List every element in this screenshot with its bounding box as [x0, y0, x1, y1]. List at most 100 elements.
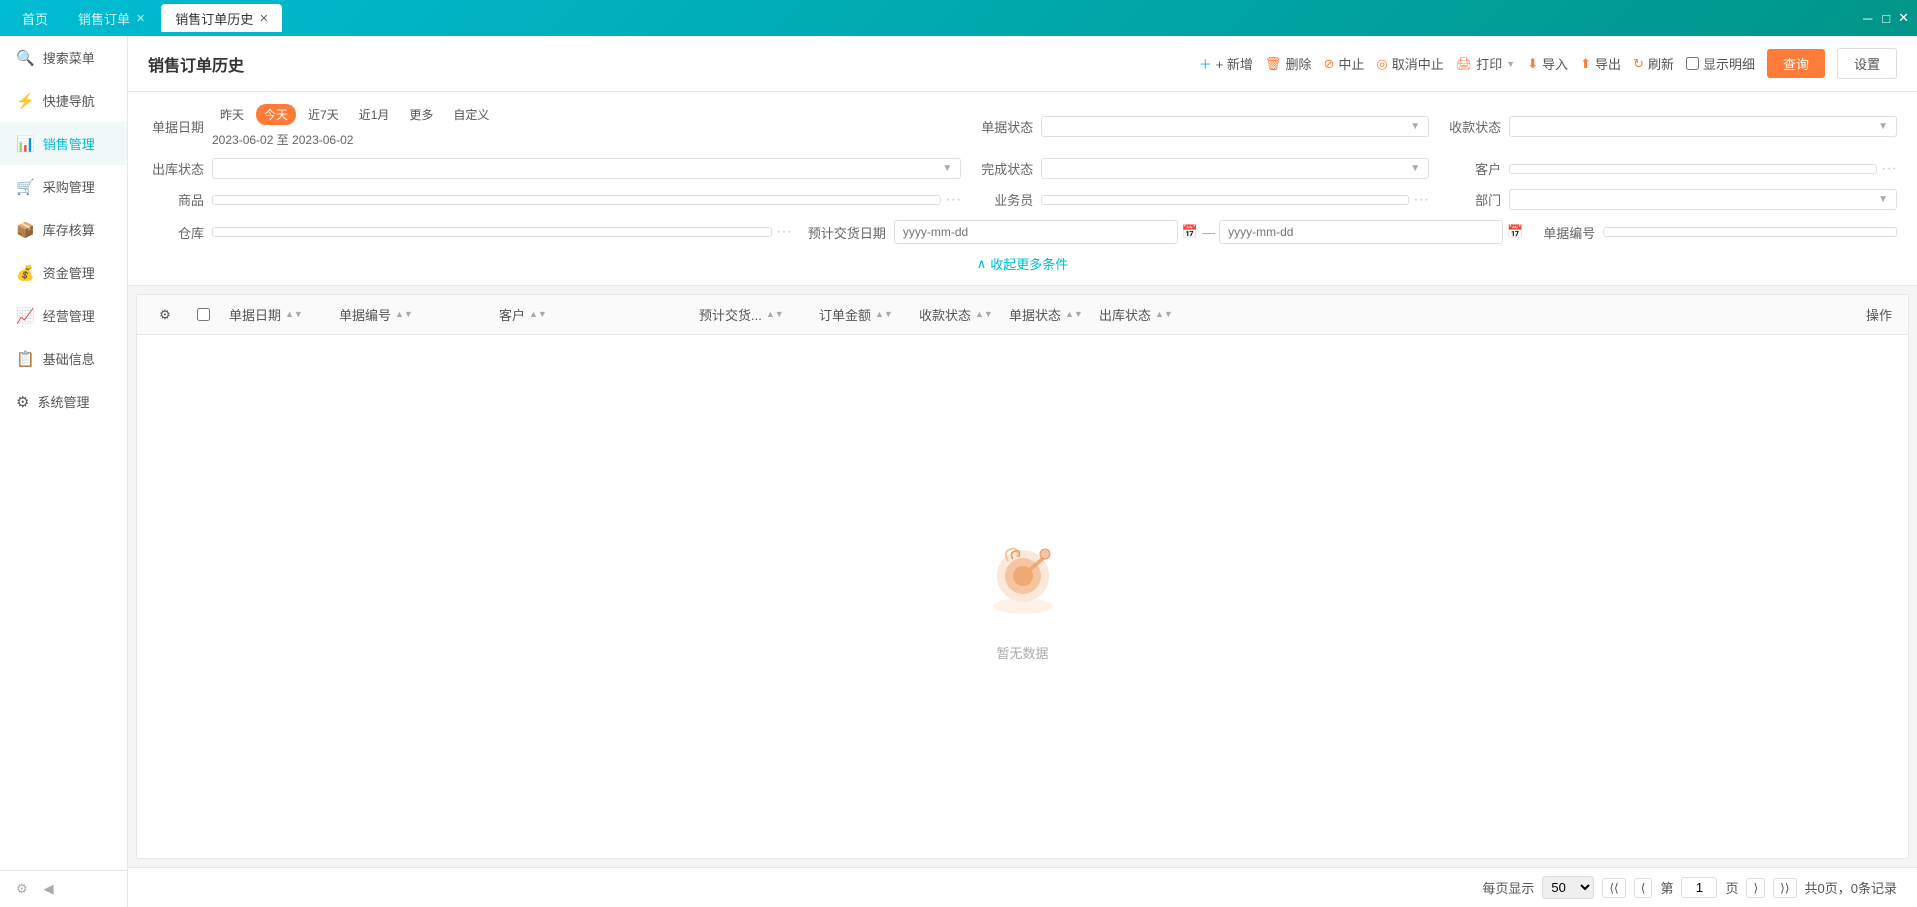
refresh-icon: ↻: [1633, 56, 1644, 72]
next-page-button[interactable]: ⟩: [1746, 878, 1765, 898]
filter-customer: 客户 ···: [1445, 159, 1897, 178]
salesperson-dots-icon[interactable]: ···: [1413, 192, 1429, 208]
th-receipt-status[interactable]: 收款状态 ▲▼: [911, 305, 1001, 324]
refresh-label: 刷新: [1648, 54, 1674, 73]
tab-sales-order-history-close[interactable]: ✕: [259, 12, 268, 25]
shipment-status-select[interactable]: ▼: [212, 158, 961, 179]
sidebar-item-basic-info[interactable]: 📋 基础信息: [0, 337, 127, 380]
tab-sales-order[interactable]: 销售订单 ✕: [64, 4, 159, 32]
cancel-stop-icon: ◎: [1376, 56, 1387, 72]
stop-button[interactable]: ⊘ 中止: [1323, 54, 1364, 73]
prev-page-button[interactable]: ⟨: [1634, 878, 1653, 898]
warehouse-dots-icon[interactable]: ···: [776, 224, 792, 240]
delivery-date-start[interactable]: [894, 220, 1178, 244]
calendar-start-icon[interactable]: 📅: [1182, 224, 1198, 240]
salesperson-input[interactable]: [1041, 195, 1409, 205]
cancel-stop-label: 取消中止: [1392, 54, 1444, 73]
collapse-row[interactable]: ∧ 收起更多条件: [148, 254, 1897, 273]
date-pill-more[interactable]: 更多: [401, 104, 441, 125]
print-button[interactable]: 🖨 打印 ▼: [1456, 54, 1515, 73]
sidebar-item-system[interactable]: ⚙ 系统管理: [0, 380, 127, 423]
first-page-button[interactable]: ⟨⟨: [1602, 878, 1625, 898]
sidebar-bottom: ⚙ ◀: [0, 870, 127, 907]
filter-delivery-date: 预计交货日期 📅 — 📅: [808, 220, 1523, 244]
window-close[interactable]: ✕: [1898, 10, 1909, 26]
page-size-select[interactable]: 50 100 200: [1542, 876, 1594, 899]
tab-sales-order-history[interactable]: 销售订单历史 ✕: [161, 4, 282, 32]
window-minimize[interactable]: －: [1861, 9, 1874, 28]
finance-icon: 💰: [16, 264, 35, 282]
goods-input[interactable]: [212, 195, 941, 205]
import-button[interactable]: ⬇ 导入: [1527, 54, 1568, 73]
th-date-label: 单据日期: [229, 305, 281, 324]
th-order-no[interactable]: 单据编号 ▲▼: [331, 305, 491, 324]
sidebar-item-inventory[interactable]: 📦 库存核算: [0, 208, 127, 251]
delivery-date-end[interactable]: [1219, 220, 1503, 244]
current-page-input[interactable]: [1681, 877, 1717, 898]
date-range-text: 2023-06-02 至 2023-06-02: [212, 131, 353, 148]
th-amount[interactable]: 订单金额 ▲▼: [811, 305, 911, 324]
order-status-select[interactable]: ▼: [1041, 116, 1429, 137]
page-header: 销售订单历史 ＋ + 新增 🗑 删除 ⊘ 中止 ◎ 取消中止: [128, 36, 1917, 92]
warehouse-input[interactable]: [212, 227, 772, 237]
last-page-button[interactable]: ⟩⟩: [1773, 878, 1796, 898]
th-shipment-status[interactable]: 出库状态 ▲▼: [1091, 305, 1191, 324]
stop-icon: ⊘: [1323, 56, 1334, 72]
goods-dots-icon[interactable]: ···: [945, 192, 961, 208]
select-all-checkbox[interactable]: [197, 308, 210, 321]
delete-button[interactable]: 🗑 删除: [1265, 54, 1312, 73]
warehouse-label: 仓库: [148, 223, 204, 242]
sidebar: 🔍 搜索菜单 ⚡ 快捷导航 📊 销售管理 🛒 采购管理 📦 库存核算 💰 资金管…: [0, 36, 128, 907]
display-checkbox[interactable]: [1686, 57, 1699, 70]
sidebar-item-finance[interactable]: 💰 资金管理: [0, 251, 127, 294]
export-button[interactable]: ⬆ 导出: [1580, 54, 1621, 73]
order-no-input[interactable]: [1603, 227, 1897, 237]
basic-info-icon: 📋: [16, 350, 35, 368]
settings-button[interactable]: 设置: [1837, 48, 1897, 79]
sidebar-item-sales[interactable]: 📊 销售管理: [0, 122, 127, 165]
top-bar-right: － □ ✕: [1861, 9, 1909, 28]
th-order-status[interactable]: 单据状态 ▲▼: [1001, 305, 1091, 324]
customer-input[interactable]: [1509, 164, 1877, 174]
cancel-stop-button[interactable]: ◎ 取消中止: [1376, 54, 1443, 73]
date-pill-yesterday[interactable]: 昨天: [212, 104, 252, 125]
sidebar-item-purchase[interactable]: 🛒 采购管理: [0, 165, 127, 208]
export-label: 导出: [1595, 54, 1621, 73]
filter-order-status: 单据状态 ▼: [977, 116, 1429, 137]
customer-label: 客户: [1445, 159, 1501, 178]
refresh-button[interactable]: ↻ 刷新: [1633, 54, 1674, 73]
sidebar-item-operations[interactable]: 📈 经营管理: [0, 294, 127, 337]
sidebar-collapse-icon[interactable]: ◀: [44, 881, 54, 897]
window-maximize[interactable]: □: [1882, 11, 1890, 26]
th-delivery[interactable]: 预计交货... ▲▼: [691, 305, 811, 324]
customer-dots-icon[interactable]: ···: [1881, 161, 1897, 177]
tab-sales-order-close[interactable]: ✕: [136, 12, 145, 25]
new-button[interactable]: ＋ + 新增: [1199, 54, 1253, 73]
th-order-status-label: 单据状态: [1009, 305, 1061, 324]
date-pill-today[interactable]: 今天: [256, 104, 296, 125]
sidebar-item-search[interactable]: 🔍 搜索菜单: [0, 36, 127, 79]
filter-salesperson: 业务员 ···: [977, 190, 1429, 209]
sidebar-settings-icon[interactable]: ⚙: [16, 881, 28, 897]
department-select[interactable]: ▼: [1509, 189, 1897, 210]
th-settings[interactable]: ⚙: [145, 307, 185, 323]
th-checkbox[interactable]: [185, 308, 221, 321]
date-pill-7days[interactable]: 近7天: [300, 104, 347, 125]
receipt-status-select[interactable]: ▼: [1509, 116, 1897, 137]
completion-status-select[interactable]: ▼: [1041, 158, 1429, 179]
tab-home[interactable]: 首页: [8, 4, 62, 32]
page-label: 页: [1725, 878, 1738, 897]
date-pill-1month[interactable]: 近1月: [351, 104, 398, 125]
new-icon: ＋: [1199, 54, 1212, 73]
delivery-date-label: 预计交货日期: [808, 223, 886, 242]
query-button[interactable]: 查询: [1767, 49, 1825, 78]
table-body: 暂无数据: [137, 335, 1908, 858]
calendar-end-icon[interactable]: 📅: [1507, 224, 1523, 240]
th-date[interactable]: 单据日期 ▲▼: [221, 305, 331, 324]
th-customer[interactable]: 客户 ▲▼: [491, 305, 691, 324]
display-toggle[interactable]: 显示明细: [1686, 54, 1755, 73]
date-pill-custom[interactable]: 自定义: [445, 104, 497, 125]
display-label: 显示明细: [1703, 54, 1755, 73]
sidebar-item-quicknav[interactable]: ⚡ 快捷导航: [0, 79, 127, 122]
customer-control: ···: [1509, 161, 1897, 177]
